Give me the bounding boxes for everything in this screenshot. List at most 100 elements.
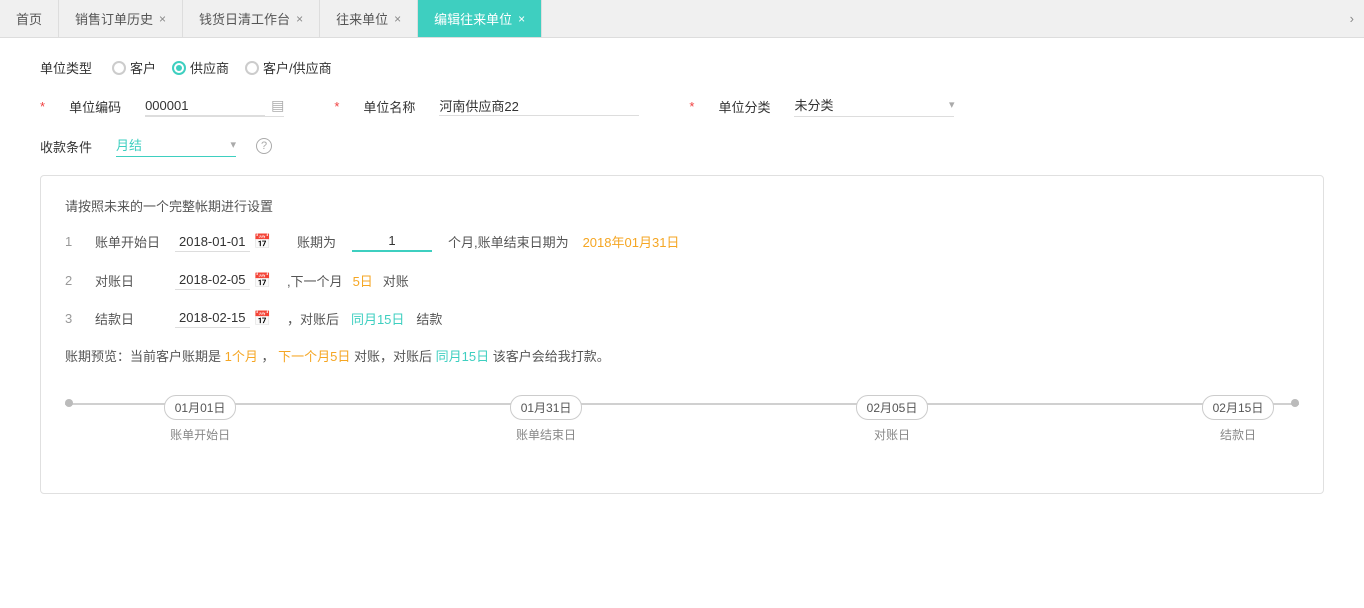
preview-part4: 同月15日 bbox=[436, 349, 489, 364]
chevron-down-icon: ▾ bbox=[949, 98, 955, 111]
unit-name-star: * bbox=[334, 99, 339, 114]
timeline-bubble-2: 01月31日 bbox=[510, 395, 583, 420]
timeline-label-3: 对账日 bbox=[874, 426, 910, 443]
radio-both-label: 客户/供应商 bbox=[263, 58, 332, 77]
unit-type-row: 单位类型 客户 供应商 客户/供应商 bbox=[40, 58, 1324, 77]
unit-category-star: * bbox=[689, 99, 694, 114]
timeline-start-dot bbox=[65, 399, 73, 407]
timeline-nodes: 01月01日 账单开始日 01月31日 账单结束日 02月05日 对账日 02月… bbox=[65, 395, 1299, 443]
tab-counterparty-label: 往来单位 bbox=[336, 9, 388, 28]
payment-condition-chevron: ▾ bbox=[230, 138, 236, 151]
reconcile-date-value: 2018-02-05 bbox=[175, 270, 250, 290]
tab-edit-counterparty[interactable]: 编辑往来单位 × bbox=[418, 0, 542, 37]
unit-code-icon[interactable]: ▤ bbox=[271, 97, 284, 114]
period-label: 账期为 bbox=[297, 232, 336, 251]
radio-supplier[interactable]: 供应商 bbox=[172, 58, 229, 77]
start-date-wrapper: 2018-01-01 📅 bbox=[175, 232, 271, 252]
unit-category-select[interactable]: 未分类 ▾ bbox=[794, 95, 954, 117]
tab-work-bench[interactable]: 钱货日清工作台 × bbox=[183, 0, 320, 37]
row-num-2: 2 bbox=[65, 273, 85, 288]
reconcile-date-cal-icon[interactable]: 📅 bbox=[254, 272, 271, 289]
timeline-node-3: 02月05日 对账日 bbox=[856, 395, 929, 443]
tab-sales-history-close[interactable]: × bbox=[159, 13, 166, 25]
row-num-1: 1 bbox=[65, 234, 85, 249]
payment-condition-value: 月结 bbox=[116, 135, 142, 154]
unit-type-radio-group: 客户 供应商 客户/供应商 bbox=[112, 58, 332, 77]
tab-edit-counterparty-close[interactable]: × bbox=[518, 13, 525, 25]
preview-part1: 1个月 bbox=[225, 349, 258, 364]
setting-row-2: 2 对账日 2018-02-05 📅 ,下一个月 5日对账 bbox=[65, 270, 1299, 290]
payment-suffix-pre: ，对账后 bbox=[287, 309, 339, 328]
timeline-bubble-1: 01月01日 bbox=[164, 395, 237, 420]
setting-row-3: 3 结款日 2018-02-15 📅 ，对账后 同月15日 结款 bbox=[65, 308, 1299, 328]
payment-condition-label: 收款条件 bbox=[40, 137, 92, 156]
payment-date-cal-icon[interactable]: 📅 bbox=[254, 310, 271, 327]
radio-supplier-label: 供应商 bbox=[190, 58, 229, 77]
radio-customer[interactable]: 客户 bbox=[112, 58, 156, 77]
radio-customer-circle bbox=[112, 61, 126, 75]
tabs-bar: 首页 销售订单历史 × 钱货日清工作台 × 往来单位 × 编辑往来单位 × › bbox=[0, 0, 1364, 38]
timeline-end-dot bbox=[1291, 399, 1299, 407]
row-field-1: 账单开始日 bbox=[95, 232, 165, 251]
preview-middle: ， bbox=[262, 349, 275, 364]
reconcile-date-wrapper: 2018-02-05 📅 bbox=[175, 270, 271, 290]
preview-text: 账期预览：当前客户账期是 1个月 ， 下一个月5日 对账，对账后 同月15日 该… bbox=[65, 346, 1299, 365]
tab-work-bench-label: 钱货日清工作台 bbox=[199, 9, 290, 28]
reconcile-highlight: 5日 bbox=[353, 271, 373, 290]
payment-suffix-post: 结款 bbox=[416, 309, 442, 328]
payment-condition-row: 收款条件 月结 ▾ ? bbox=[40, 135, 1324, 157]
settings-box: 请按照未来的一个完整帐期进行设置 1 账单开始日 2018-01-01 📅 账期… bbox=[40, 175, 1324, 494]
unit-code-wrapper: ▤ bbox=[145, 96, 284, 117]
tab-counterparty-close[interactable]: × bbox=[394, 13, 401, 25]
timeline-node-2: 01月31日 账单结束日 bbox=[510, 395, 583, 443]
tab-home-label: 首页 bbox=[16, 9, 42, 28]
period-end-date: 2018年01月31日 bbox=[583, 232, 680, 251]
reconcile-suffix-post: 对账 bbox=[383, 271, 409, 290]
reconcile-suffix-pre: ,下一个月 bbox=[287, 271, 343, 290]
unit-name-label: 单位名称 bbox=[363, 97, 415, 116]
radio-customer-label: 客户 bbox=[130, 58, 156, 77]
payment-date-wrapper: 2018-02-15 📅 bbox=[175, 308, 271, 328]
unit-name-input[interactable] bbox=[439, 96, 639, 116]
preview-part3: 对账，对账后 bbox=[354, 349, 432, 364]
tab-counterparty[interactable]: 往来单位 × bbox=[320, 0, 418, 37]
main-content: 单位类型 客户 供应商 客户/供应商 * 单位编码 ▤ * 单位名称 * bbox=[0, 38, 1364, 608]
radio-both[interactable]: 客户/供应商 bbox=[245, 58, 332, 77]
timeline-label-4: 结款日 bbox=[1220, 426, 1256, 443]
timeline-node-1: 01月01日 账单开始日 bbox=[164, 395, 237, 443]
payment-condition-select[interactable]: 月结 ▾ bbox=[116, 135, 236, 157]
unit-code-star: * bbox=[40, 99, 45, 114]
period-input[interactable] bbox=[352, 231, 432, 252]
radio-both-circle bbox=[245, 61, 259, 75]
unit-type-label: 单位类型 bbox=[40, 58, 92, 77]
timeline-wrapper: 01月01日 账单开始日 01月31日 账单结束日 02月05日 对账日 02月… bbox=[65, 385, 1299, 473]
payment-highlight: 同月15日 bbox=[351, 309, 404, 328]
setting-row-1: 1 账单开始日 2018-01-01 📅 账期为 个月,账单结束日期为 2018… bbox=[65, 231, 1299, 252]
unit-category-label: 单位分类 bbox=[718, 97, 770, 116]
tab-sales-history-label: 销售订单历史 bbox=[75, 9, 153, 28]
preview-prefix: 账期预览：当前客户账期是 bbox=[65, 349, 221, 364]
timeline-label-1: 账单开始日 bbox=[170, 426, 230, 443]
unit-category-value: 未分类 bbox=[794, 95, 833, 114]
help-icon[interactable]: ? bbox=[256, 138, 272, 154]
unit-code-label: 单位编码 bbox=[69, 97, 121, 116]
tab-sales-history[interactable]: 销售订单历史 × bbox=[59, 0, 183, 37]
tab-home[interactable]: 首页 bbox=[0, 0, 59, 37]
timeline-bubble-3: 02月05日 bbox=[856, 395, 929, 420]
timeline-label-2: 账单结束日 bbox=[516, 426, 576, 443]
timeline-node-4: 02月15日 结款日 bbox=[1202, 395, 1275, 443]
settings-title: 请按照未来的一个完整帐期进行设置 bbox=[65, 196, 1299, 215]
row-num-3: 3 bbox=[65, 311, 85, 326]
unit-info-row: * 单位编码 ▤ * 单位名称 * 单位分类 未分类 ▾ bbox=[40, 95, 1324, 117]
row-field-2: 对账日 bbox=[95, 271, 165, 290]
tabs-arrow[interactable]: › bbox=[1340, 0, 1364, 37]
preview-suffix: 该客户会给我打款。 bbox=[493, 349, 610, 364]
tab-edit-counterparty-label: 编辑往来单位 bbox=[434, 9, 512, 28]
period-unit: 个月,账单结束日期为 bbox=[448, 232, 569, 251]
row-field-3: 结款日 bbox=[95, 309, 165, 328]
unit-code-input[interactable] bbox=[145, 96, 265, 116]
timeline-bubble-4: 02月15日 bbox=[1202, 395, 1275, 420]
tab-work-bench-close[interactable]: × bbox=[296, 13, 303, 25]
start-date-cal-icon[interactable]: 📅 bbox=[254, 233, 271, 250]
payment-date-value: 2018-02-15 bbox=[175, 308, 250, 328]
